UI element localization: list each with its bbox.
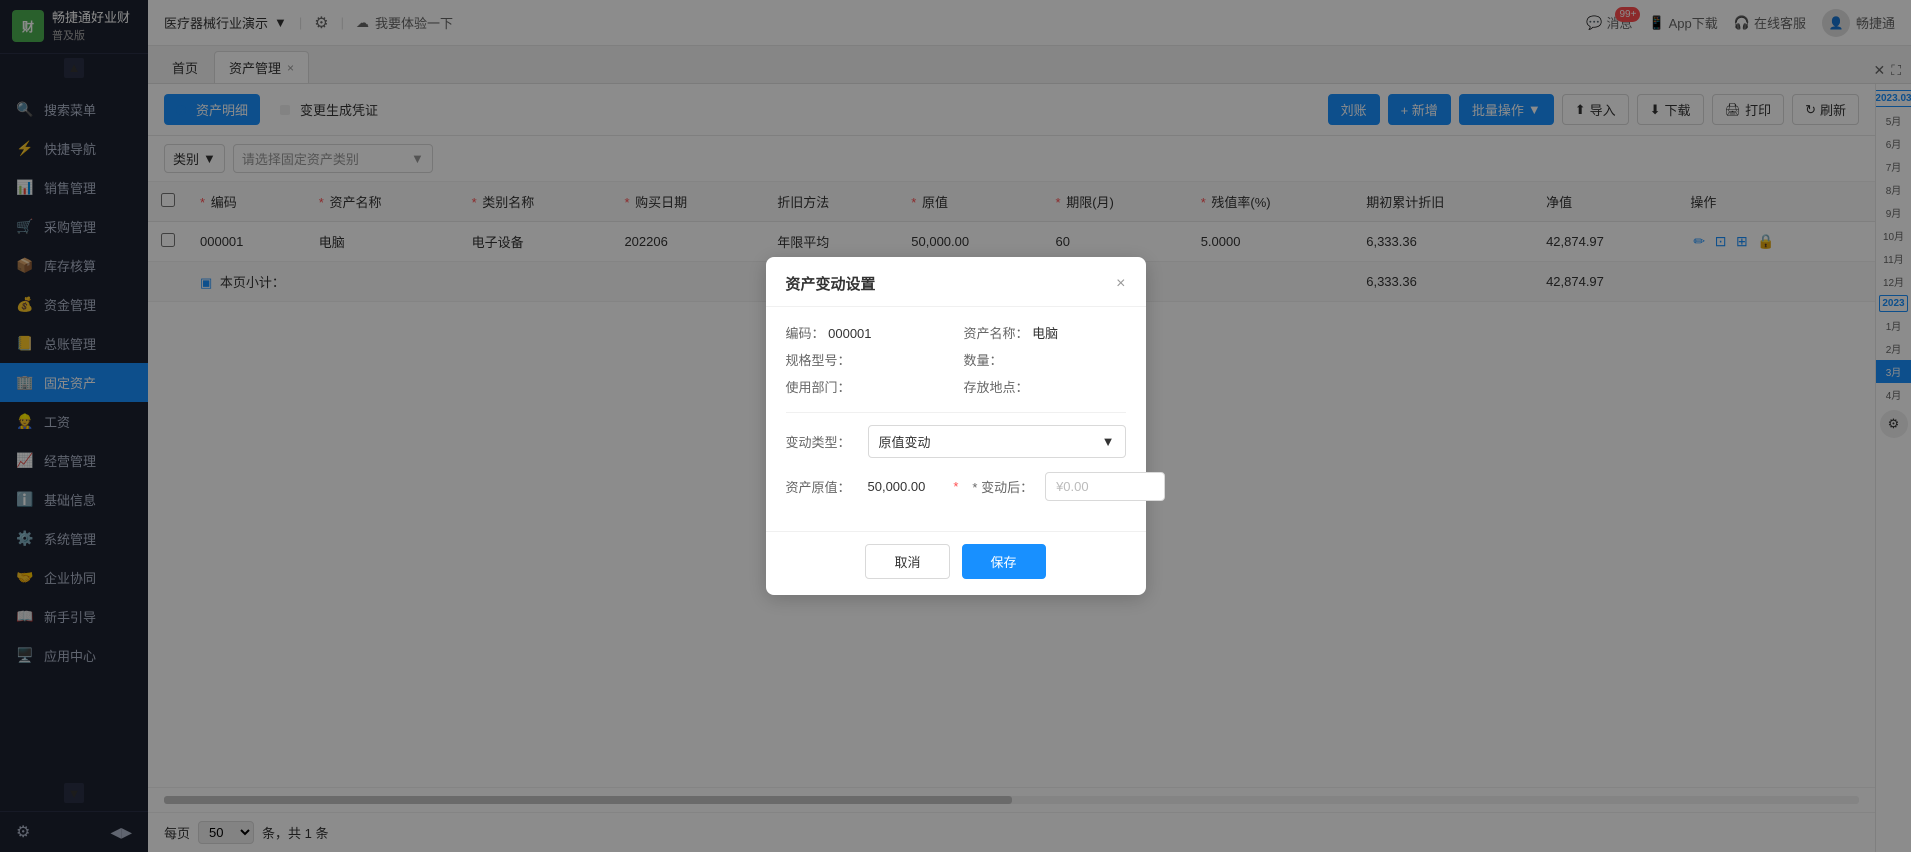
dialog-dept-item: 使用部门： [786, 377, 948, 396]
dialog-asset-name-item: 资产名称： 电脑 [964, 323, 1126, 342]
asset-change-dialog: 资产变动设置 × 编码： 000001 资产名称： 电脑 规格型号： 数量： [766, 257, 1146, 595]
dialog-qty-label: 数量： [964, 353, 1003, 368]
dialog-body: 编码： 000001 资产名称： 电脑 规格型号： 数量： 使用部门： [766, 307, 1146, 531]
cancel-btn[interactable]: 取消 [865, 544, 949, 579]
dialog-spec-label: 规格型号： [786, 353, 851, 368]
change-type-value: 原值变动 [879, 432, 931, 451]
dialog-info-grid: 编码： 000001 资产名称： 电脑 规格型号： 数量： 使用部门： [786, 323, 1126, 396]
dialog-divider [786, 412, 1126, 413]
dialog-location-label: 存放地点： [964, 380, 1029, 395]
dialog-header: 资产变动设置 × [766, 257, 1146, 307]
dialog-spec-item: 规格型号： [786, 350, 948, 369]
after-change-input[interactable] [1045, 472, 1165, 501]
save-btn[interactable]: 保存 [962, 544, 1046, 579]
dialog-asset-value-label: 资产原值： [786, 477, 856, 496]
change-type-dropdown-icon: ▼ [1102, 434, 1115, 449]
dialog-qty-item: 数量： [964, 350, 1126, 369]
dialog-asset-name-label: 资产名称： [964, 326, 1029, 341]
dialog-location-item: 存放地点： [964, 377, 1126, 396]
after-change-required-star: * [953, 479, 958, 494]
dialog-asset-name-value: 电脑 [1032, 326, 1058, 341]
dialog-after-change-label: * 变动后： [972, 477, 1033, 496]
dialog-asset-value: 50,000.00 [868, 479, 926, 494]
dialog-code-value: 000001 [828, 326, 871, 341]
dialog-dept-label: 使用部门： [786, 380, 851, 395]
dialog-footer: 取消 保存 [766, 531, 1146, 595]
dialog-close-btn[interactable]: × [1116, 275, 1125, 293]
dialog-code-label: 编码： [786, 326, 825, 341]
dialog-change-type-label: 变动类型： [786, 432, 856, 451]
cancel-btn-label: 取消 [894, 555, 920, 570]
save-btn-label: 保存 [991, 555, 1017, 570]
dialog-overlay[interactable]: 资产变动设置 × 编码： 000001 资产名称： 电脑 规格型号： 数量： [0, 0, 1911, 852]
change-type-select[interactable]: 原值变动 ▼ [868, 425, 1126, 458]
dialog-asset-value-row: 资产原值： 50,000.00 * * 变动后： [786, 472, 1126, 501]
dialog-code-item: 编码： 000001 [786, 323, 948, 342]
dialog-title: 资产变动设置 [786, 273, 876, 294]
dialog-change-type-row: 变动类型： 原值变动 ▼ [786, 425, 1126, 458]
